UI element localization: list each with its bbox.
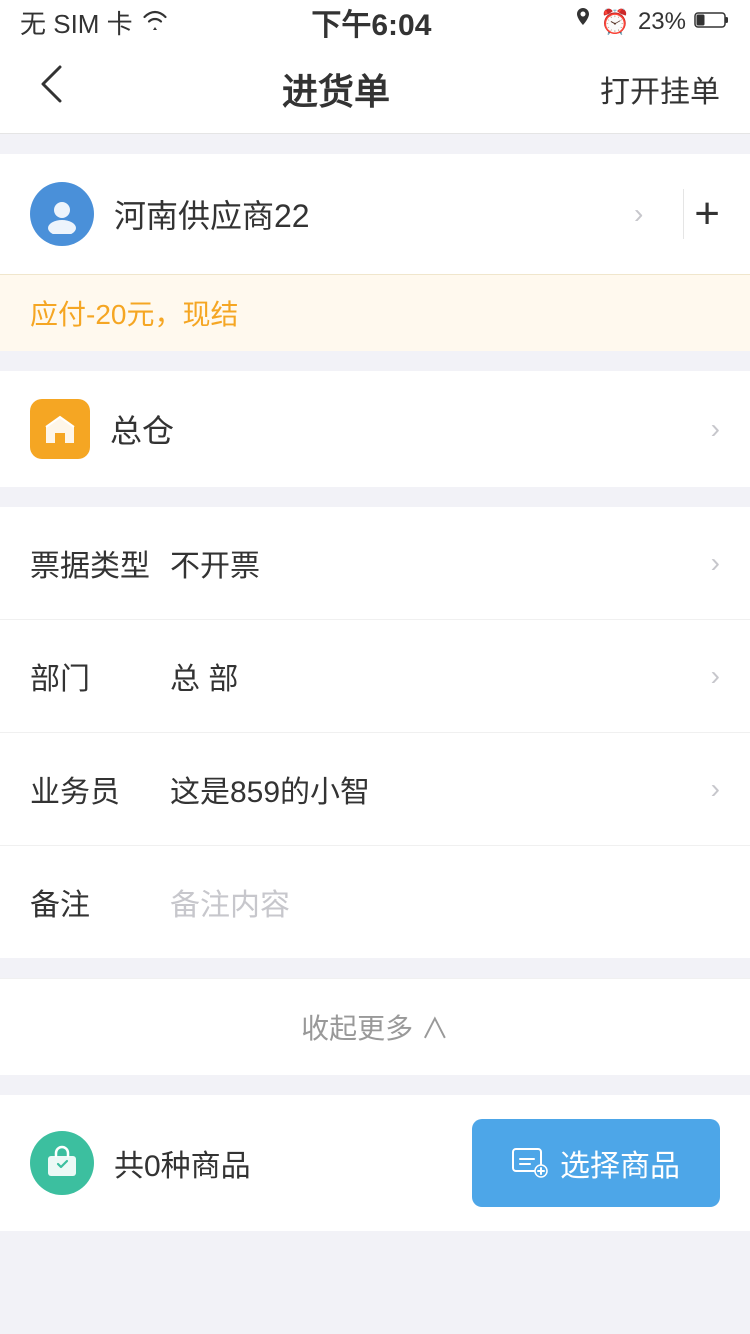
collapse-label: 收起更多 ∧ xyxy=(301,1013,449,1044)
status-left: 无 SIM 卡 xyxy=(20,4,169,41)
staff-row[interactable]: 业务员 这是859的小智 › xyxy=(0,733,750,846)
supplier-name: 河南供应商22 xyxy=(114,191,634,237)
warehouse-section: 总仓 › xyxy=(0,371,750,487)
back-button[interactable] xyxy=(30,55,72,123)
product-icon xyxy=(30,1131,94,1195)
staff-label: 业务员 xyxy=(30,767,150,811)
form-section: 票据类型 不开票 › 部门 总 部 › 业务员 这是859的小智 › 备注 备注… xyxy=(0,507,750,958)
nav-bar: 进货单 打开挂单 xyxy=(0,44,750,134)
battery-text: 23% xyxy=(638,8,686,36)
divider xyxy=(683,189,684,239)
remark-label: 备注 xyxy=(30,880,150,924)
department-arrow-icon: › xyxy=(711,660,720,692)
invoice-arrow-icon: › xyxy=(711,547,720,579)
supplier-avatar xyxy=(30,182,94,246)
wifi-icon xyxy=(141,7,169,38)
department-row[interactable]: 部门 总 部 › xyxy=(0,620,750,733)
invoice-value: 不开票 xyxy=(150,541,711,585)
open-pending-button[interactable]: 打开挂单 xyxy=(600,67,720,111)
supplier-row[interactable]: 河南供应商22 › + xyxy=(0,154,750,274)
warehouse-row[interactable]: 总仓 › xyxy=(0,371,750,487)
add-supplier-button[interactable]: + xyxy=(694,192,720,236)
product-count: 共0种商品 xyxy=(114,1141,472,1185)
invoice-label: 票据类型 xyxy=(30,541,150,585)
location-icon xyxy=(574,8,592,37)
bottom-bar: 共0种商品 选择商品 xyxy=(0,1095,750,1231)
notice-bar: 应付-20元，现结 xyxy=(0,274,750,351)
section-gap-2 xyxy=(0,351,750,371)
status-time: 下午6:04 xyxy=(311,0,431,44)
invoice-row[interactable]: 票据类型 不开票 › xyxy=(0,507,750,620)
department-label: 部门 xyxy=(30,654,150,698)
warehouse-arrow-icon: › xyxy=(711,413,720,445)
battery-icon xyxy=(694,8,730,36)
department-value: 总 部 xyxy=(150,654,711,698)
collapse-row[interactable]: 收起更多 ∧ xyxy=(0,978,750,1075)
warehouse-name: 总仓 xyxy=(110,406,711,452)
status-bar: 无 SIM 卡 下午6:04 ⏰ 23% xyxy=(0,0,750,44)
staff-arrow-icon: › xyxy=(711,773,720,805)
carrier-text: 无 SIM 卡 xyxy=(20,4,133,41)
remark-row[interactable]: 备注 备注内容 xyxy=(0,846,750,958)
section-gap-1 xyxy=(0,134,750,154)
staff-value: 这是859的小智 xyxy=(150,767,711,811)
supplier-section: 河南供应商22 › + 应付-20元，现结 xyxy=(0,154,750,351)
select-product-button[interactable]: 选择商品 xyxy=(472,1119,720,1207)
remark-input[interactable]: 备注内容 xyxy=(150,880,720,924)
page-title: 进货单 xyxy=(282,63,390,115)
notice-text: 应付-20元，现结 xyxy=(30,299,238,330)
select-product-label: 选择商品 xyxy=(560,1141,680,1185)
warehouse-icon xyxy=(30,399,90,459)
supplier-arrow-icon: › xyxy=(634,198,643,230)
alarm-icon: ⏰ xyxy=(600,8,630,37)
status-right: ⏰ 23% xyxy=(574,8,730,37)
